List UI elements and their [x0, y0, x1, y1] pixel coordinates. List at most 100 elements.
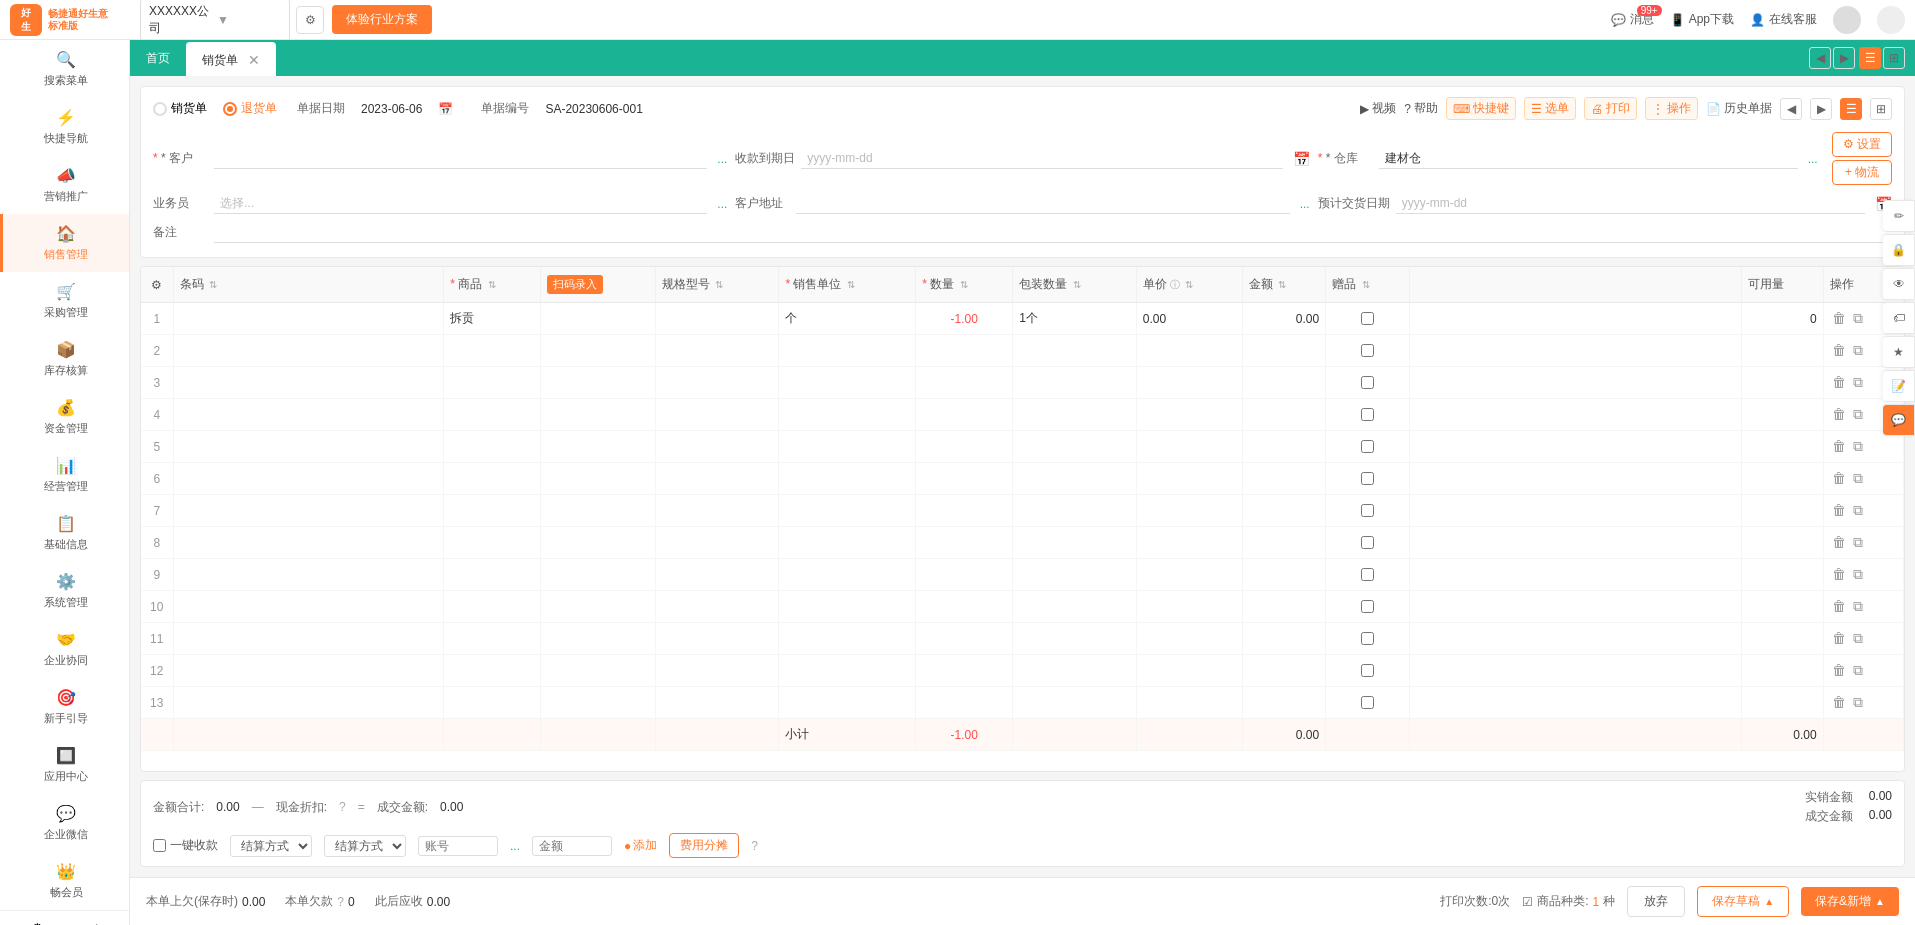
- gift-check-3[interactable]: [1361, 376, 1374, 389]
- gift-check-4[interactable]: [1361, 408, 1374, 421]
- form-nav-next[interactable]: ▶: [1810, 98, 1832, 120]
- barcode-input-10[interactable]: [180, 600, 438, 614]
- view-grid-btn[interactable]: ⊞: [1883, 47, 1905, 69]
- gift-check-6[interactable]: [1361, 472, 1374, 485]
- avatar2[interactable]: [1877, 6, 1905, 34]
- salesperson-expand-icon[interactable]: ...: [717, 197, 727, 211]
- row-delete-btn-13[interactable]: 🗑: [1832, 694, 1846, 710]
- sidebar-item-base[interactable]: 📋 基础信息: [0, 504, 129, 562]
- account-select[interactable]: 结算方式: [324, 835, 406, 857]
- sidebar-collapse-btn[interactable]: ◀: [88, 921, 97, 925]
- sidebar-item-guide[interactable]: 🎯 新手引导: [0, 678, 129, 736]
- barcode-input-3[interactable]: [180, 376, 438, 390]
- warehouse-input[interactable]: [1379, 148, 1798, 169]
- nav-prev-btn[interactable]: ◀: [1809, 47, 1831, 69]
- row-copy-btn-6[interactable]: ⧉: [1853, 470, 1863, 486]
- row-copy-btn-1[interactable]: ⧉: [1853, 310, 1863, 326]
- row-copy-btn-8[interactable]: ⧉: [1853, 534, 1863, 550]
- message-button[interactable]: 💬 消息 99+: [1611, 11, 1654, 28]
- row-delete-btn-9[interactable]: 🗑: [1832, 566, 1846, 582]
- calendar-icon[interactable]: 📅: [438, 102, 453, 116]
- operation-link[interactable]: ⋮ 操作: [1645, 97, 1698, 120]
- row-delete-btn-3[interactable]: 🗑: [1832, 374, 1846, 390]
- row-copy-btn-13[interactable]: ⧉: [1853, 694, 1863, 710]
- row-copy-btn-12[interactable]: ⧉: [1853, 662, 1863, 678]
- save-new-button[interactable]: 保存&新增 ▲: [1801, 887, 1899, 916]
- trial-button[interactable]: 体验行业方案: [332, 5, 432, 34]
- barcode-input-9[interactable]: [180, 568, 438, 582]
- row-barcode-9[interactable]: [173, 559, 444, 591]
- barcode-input-1[interactable]: [180, 312, 438, 326]
- row-barcode-5[interactable]: [173, 431, 444, 463]
- row-delete-btn-11[interactable]: 🗑: [1832, 630, 1846, 646]
- price-sort-icon[interactable]: ⇅: [1185, 279, 1193, 290]
- due-date-calendar-icon[interactable]: 📅: [1293, 151, 1310, 167]
- due-date-input[interactable]: [801, 148, 1282, 169]
- settlement-method-select[interactable]: 结算方式: [230, 835, 312, 857]
- shortcut-link[interactable]: ⌨ 快捷键: [1446, 97, 1516, 120]
- gift-check-9[interactable]: [1361, 568, 1374, 581]
- row-barcode-3[interactable]: [173, 367, 444, 399]
- one-click-pay-check[interactable]: [153, 839, 166, 852]
- sidebar-item-system[interactable]: ⚙️ 系统管理: [0, 562, 129, 620]
- avatar[interactable]: [1833, 6, 1861, 34]
- expected-date-input[interactable]: [1396, 193, 1865, 214]
- discard-button[interactable]: 放弃: [1627, 886, 1685, 917]
- row-delete-btn-1[interactable]: 🗑: [1832, 310, 1846, 326]
- barcode-input-6[interactable]: [180, 472, 438, 486]
- row-barcode-7[interactable]: [173, 495, 444, 527]
- barcode-sort-icon[interactable]: ⇅: [209, 279, 217, 290]
- sidebar-item-search[interactable]: 🔍 搜索菜单: [0, 40, 129, 98]
- pack-sort-icon[interactable]: ⇅: [1073, 279, 1081, 290]
- sidebar-item-purchase[interactable]: 🛒 采购管理: [0, 272, 129, 330]
- float-tag-btn[interactable]: 🏷: [1883, 302, 1915, 334]
- row-delete-btn-10[interactable]: 🗑: [1832, 598, 1846, 614]
- customer-expand-icon[interactable]: ...: [717, 152, 727, 166]
- float-edit-btn[interactable]: ✏: [1883, 200, 1915, 232]
- barcode-input-13[interactable]: [180, 696, 438, 710]
- sidebar-item-wechat[interactable]: 💬 企业微信: [0, 794, 129, 852]
- sidebar-item-apps[interactable]: 🔲 应用中心: [0, 736, 129, 794]
- barcode-input-12[interactable]: [180, 664, 438, 678]
- th-scan[interactable]: 扫码录入: [541, 267, 656, 303]
- scan-btn[interactable]: 扫码录入: [547, 275, 603, 294]
- row-copy-btn-7[interactable]: ⧉: [1853, 502, 1863, 518]
- history-link[interactable]: 📄 历史单据: [1706, 100, 1772, 117]
- account-number-input[interactable]: [418, 836, 498, 856]
- float-note-btn[interactable]: 📝: [1883, 370, 1915, 402]
- video-link[interactable]: ▶ 视频: [1360, 100, 1396, 117]
- print-link[interactable]: 🖨 打印: [1584, 97, 1637, 120]
- sidebar-item-corp[interactable]: 🤝 企业协同: [0, 620, 129, 678]
- amount-sort-icon[interactable]: ⇅: [1278, 279, 1286, 290]
- row-delete-btn-2[interactable]: 🗑: [1832, 342, 1846, 358]
- barcode-input-7[interactable]: [180, 504, 438, 518]
- amount-input[interactable]: [532, 836, 612, 856]
- tab-home[interactable]: 首页: [130, 40, 186, 76]
- wuliu-button[interactable]: + 物流: [1832, 160, 1892, 185]
- sidebar-item-member[interactable]: 👑 畅会员: [0, 852, 129, 910]
- float-message-btn[interactable]: 💬: [1883, 404, 1915, 436]
- help-link[interactable]: ? 帮助: [1404, 100, 1438, 117]
- row-barcode-2[interactable]: [173, 335, 444, 367]
- float-star-btn[interactable]: ★: [1883, 336, 1915, 368]
- row-copy-btn-9[interactable]: ⧉: [1853, 566, 1863, 582]
- row-barcode-11[interactable]: [173, 623, 444, 655]
- gift-check-10[interactable]: [1361, 600, 1374, 613]
- barcode-input-8[interactable]: [180, 536, 438, 550]
- barcode-input-11[interactable]: [180, 632, 438, 646]
- gift-check-11[interactable]: [1361, 632, 1374, 645]
- radio-return[interactable]: 退货单: [223, 100, 277, 117]
- barcode-input-4[interactable]: [180, 408, 438, 422]
- sidebar-item-business[interactable]: 📊 经营管理: [0, 446, 129, 504]
- fee-split-button[interactable]: 费用分摊: [669, 833, 739, 858]
- gift-check-12[interactable]: [1361, 664, 1374, 677]
- float-eye-btn[interactable]: 👁: [1883, 268, 1915, 300]
- row-delete-btn-4[interactable]: 🗑: [1832, 406, 1846, 422]
- row-delete-btn-7[interactable]: 🗑: [1832, 502, 1846, 518]
- gift-check-8[interactable]: [1361, 536, 1374, 549]
- row-barcode-1[interactable]: [173, 303, 444, 335]
- sidebar-item-marketing[interactable]: 📣 营销推广: [0, 156, 129, 214]
- unit-sort-icon[interactable]: ⇅: [847, 279, 855, 290]
- gift-check-5[interactable]: [1361, 440, 1374, 453]
- customer-input[interactable]: [214, 148, 707, 169]
